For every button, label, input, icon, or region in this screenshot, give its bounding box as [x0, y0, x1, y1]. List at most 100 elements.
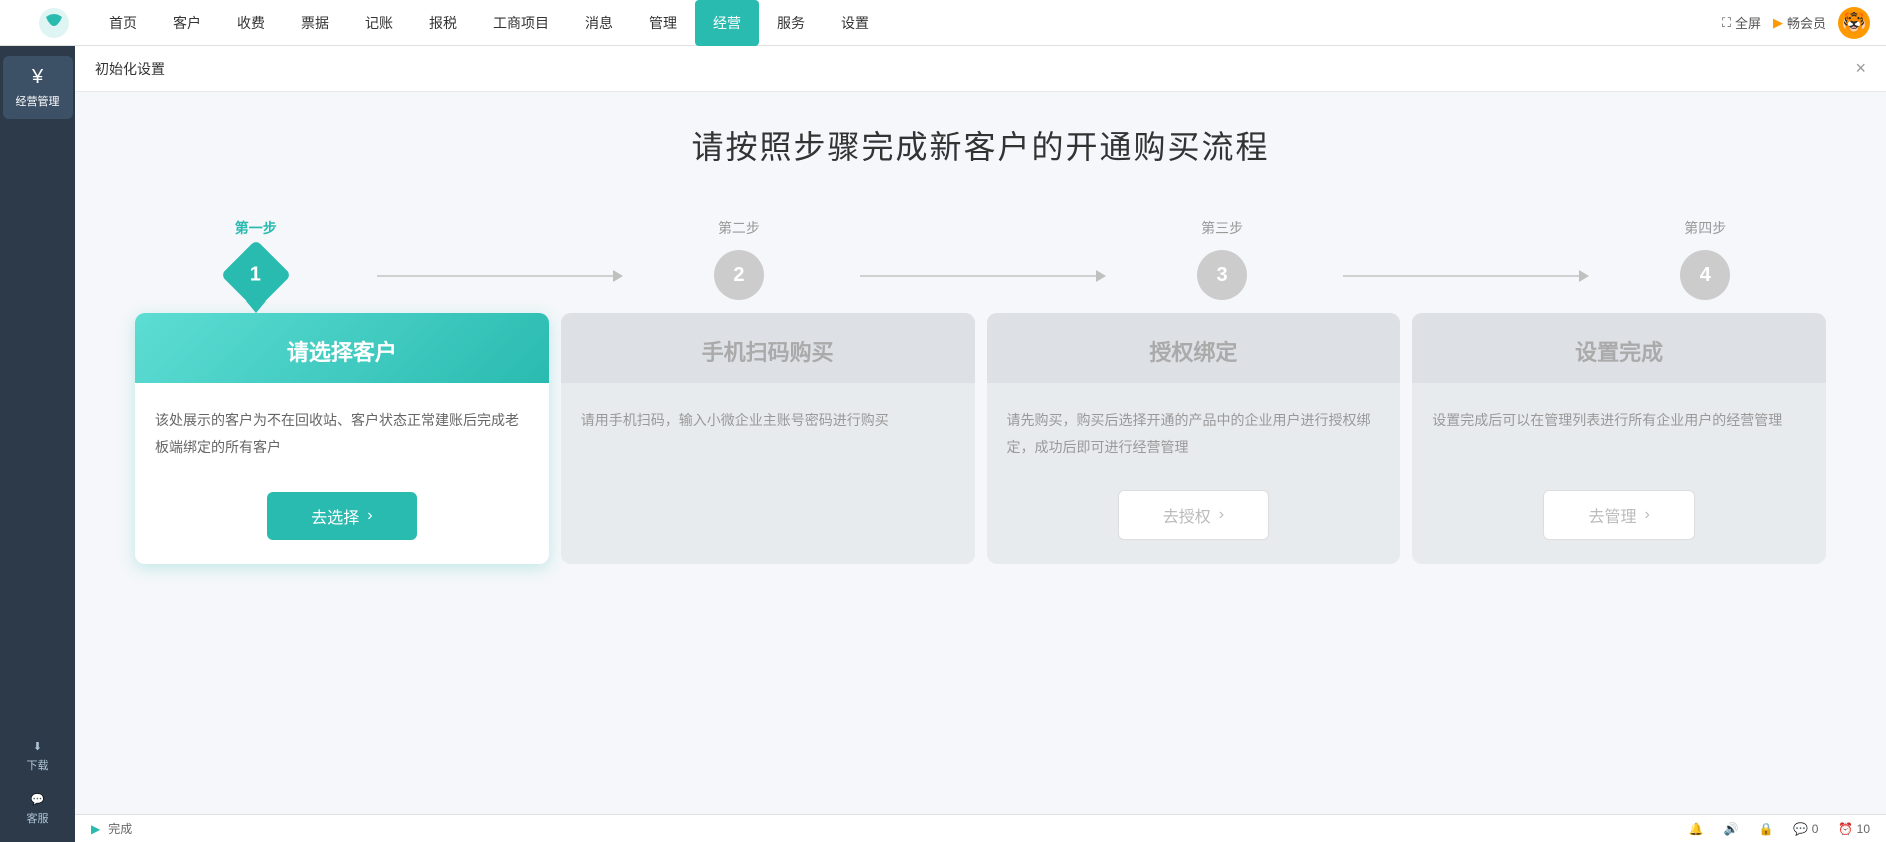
nav-item-报税[interactable]: 报税	[411, 0, 475, 46]
sidebar-service-label: 客服	[27, 810, 49, 826]
card2-header: 手机扫码购买	[561, 313, 975, 383]
card-2: 手机扫码购买 请用手机扫码，输入小微企业主账号密码进行购买	[561, 313, 975, 564]
nav-items: 首页客户收费票据记账报税工商项目消息管理经营服务设置	[91, 0, 887, 46]
nav-item-记账[interactable]: 记账	[347, 0, 411, 46]
card1-btn-area: 去选择 ›	[155, 492, 529, 540]
authorize-button[interactable]: 去授权 ›	[1118, 490, 1269, 540]
step1-label: 第一步	[235, 218, 277, 238]
card-3: 授权绑定 请先购买，购买后选择开通的产品中的企业用户进行授权绑定，成功后即可进行…	[987, 313, 1401, 564]
step-3-node: 第三步 3	[1101, 218, 1343, 300]
step4-circle: 4	[1680, 250, 1730, 300]
sidebar-download[interactable]: ⬇ 下载	[3, 732, 73, 781]
yen-icon: ¥	[32, 66, 43, 89]
nav-item-工商项目[interactable]: 工商项目	[475, 0, 567, 46]
sidebar-download-label: 下载	[27, 757, 49, 773]
manage-btn-label: 去管理	[1588, 503, 1636, 527]
card-1: 请选择客户 该处展示的客户为不在回收站、客户状态正常建账后完成老板端绑定的所有客…	[135, 313, 549, 564]
fullscreen-btn[interactable]: ⛶ 全屏	[1722, 13, 1761, 32]
card2-body: 请用手机扫码，输入小微企业主账号密码进行购买	[561, 383, 975, 564]
step-1-node: 第一步 1	[135, 218, 377, 313]
logo	[16, 7, 91, 39]
sidebar-item-management[interactable]: ¥ 经营管理	[3, 56, 73, 119]
arrow-1	[613, 270, 623, 282]
sidebar-service[interactable]: 💬 客服	[3, 785, 73, 834]
card3-header: 授权绑定	[987, 313, 1401, 383]
manage-button[interactable]: 去管理 ›	[1543, 490, 1694, 540]
card4-desc: 设置完成后可以在管理列表进行所有企业用户的经营管理	[1432, 407, 1806, 460]
connector-3	[1343, 275, 1585, 277]
close-button[interactable]: ×	[1855, 58, 1866, 79]
manage-btn-icon: ›	[1644, 506, 1649, 524]
step-4-node: 第四步 4	[1584, 218, 1826, 300]
connector-2	[860, 275, 1102, 277]
card3-body: 请先购买，购买后选择开通的产品中的企业用户进行授权绑定，成功后即可进行经营管理 …	[987, 383, 1401, 564]
card3-title: 授权绑定	[1007, 335, 1381, 367]
card1-body: 该处展示的客户为不在回收站、客户状态正常建账后完成老板端绑定的所有客户 去选择 …	[135, 383, 549, 564]
step1-number: 1	[250, 264, 261, 287]
step3-label: 第三步	[1201, 218, 1243, 238]
nav-item-管理[interactable]: 管理	[631, 0, 695, 46]
auth-btn-icon: ›	[1219, 506, 1224, 524]
lock-icon[interactable]: 🔒	[1758, 822, 1773, 836]
card3-desc: 请先购买，购买后选择开通的产品中的企业用户进行授权绑定，成功后即可进行经营管理	[1007, 407, 1381, 460]
nav-item-经营[interactable]: 经营	[695, 0, 759, 46]
content-area: 请按照步骤完成新客户的开通购买流程 第一步 1	[75, 92, 1886, 814]
card2-title: 手机扫码购买	[581, 335, 955, 367]
sidebar-item-label: 经营管理	[16, 93, 60, 109]
arrow-3	[1579, 270, 1589, 282]
card4-btn-area: 去管理 ›	[1432, 490, 1806, 540]
card3-btn-area: 去授权 ›	[1007, 490, 1381, 540]
step2-label: 第二步	[718, 218, 760, 238]
time-display: ⏰ 10	[1838, 822, 1870, 836]
card4-title: 设置完成	[1432, 335, 1806, 367]
nav-item-服务[interactable]: 服务	[759, 0, 823, 46]
nav-item-消息[interactable]: 消息	[567, 0, 631, 46]
card2-desc: 请用手机扫码，输入小微企业主账号密码进行购买	[581, 407, 955, 434]
sidebar: ¥ 经营管理 ⬇ 下载 💬 客服	[0, 46, 75, 842]
steps-section: 第一步 1 第	[115, 218, 1846, 564]
nav-item-收费[interactable]: 收费	[219, 0, 283, 46]
card4-header: 设置完成	[1412, 313, 1826, 383]
select-btn-icon: ›	[367, 507, 372, 525]
page-header: 初始化设置 ×	[75, 46, 1886, 92]
step3-circle: 3	[1197, 250, 1247, 300]
avatar[interactable]: 🐯	[1838, 7, 1870, 39]
main-title: 请按照步骤完成新客户的开通购买流程	[115, 122, 1846, 168]
status-bar: ▶ 完成 🔔 🔊 🔒 💬 0 ⏰ 10	[75, 814, 1886, 842]
card1-title: 请选择客户	[155, 335, 529, 367]
nav-item-票据[interactable]: 票据	[283, 0, 347, 46]
select-customer-button[interactable]: 去选择 ›	[267, 492, 416, 540]
arrow-2	[1096, 270, 1106, 282]
message-count[interactable]: 💬 0	[1793, 822, 1818, 836]
card4-body: 设置完成后可以在管理列表进行所有企业用户的经营管理 去管理 ›	[1412, 383, 1826, 564]
member-btn[interactable]: ▶ 畅会员	[1773, 13, 1826, 32]
top-navigation: 首页客户收费票据记账报税工商项目消息管理经营服务设置 ⛶ 全屏 ▶ 畅会员 🐯	[0, 0, 1886, 46]
nav-item-设置[interactable]: 设置	[823, 0, 887, 46]
notification-icon[interactable]: 🔔	[1689, 822, 1704, 836]
step3-number: 3	[1217, 264, 1228, 287]
nav-item-首页[interactable]: 首页	[91, 0, 155, 46]
auth-btn-label: 去授权	[1163, 503, 1211, 527]
page-title: 初始化设置	[95, 59, 165, 79]
card-4: 设置完成 设置完成后可以在管理列表进行所有企业用户的经营管理 去管理 ›	[1412, 313, 1826, 564]
step-2-node: 第二步 2	[618, 218, 860, 300]
status-right: 🔔 🔊 🔒 💬 0 ⏰ 10	[1689, 822, 1870, 836]
step1-diamond: 1	[220, 240, 291, 311]
connector-1	[377, 275, 619, 277]
step2-number: 2	[733, 264, 744, 287]
service-icon: 💬	[31, 793, 45, 806]
status-left: ▶ 完成	[91, 820, 132, 837]
card1-desc: 该处展示的客户为不在回收站、客户状态正常建账后完成老板端绑定的所有客户	[155, 407, 529, 462]
play-btn[interactable]: ▶	[91, 822, 100, 836]
nav-right: ⛶ 全屏 ▶ 畅会员 🐯	[1722, 7, 1870, 39]
step4-number: 4	[1700, 264, 1711, 287]
step4-label: 第四步	[1684, 218, 1726, 238]
cards-container: 请选择客户 该处展示的客户为不在回收站、客户状态正常建账后完成老板端绑定的所有客…	[135, 313, 1826, 564]
download-icon: ⬇	[33, 740, 42, 753]
step2-circle: 2	[714, 250, 764, 300]
nav-item-客户[interactable]: 客户	[155, 0, 219, 46]
done-label: 完成	[108, 820, 132, 837]
select-btn-label: 去选择	[311, 504, 359, 528]
volume-icon[interactable]: 🔊	[1724, 822, 1739, 836]
card1-header: 请选择客户	[135, 313, 549, 383]
